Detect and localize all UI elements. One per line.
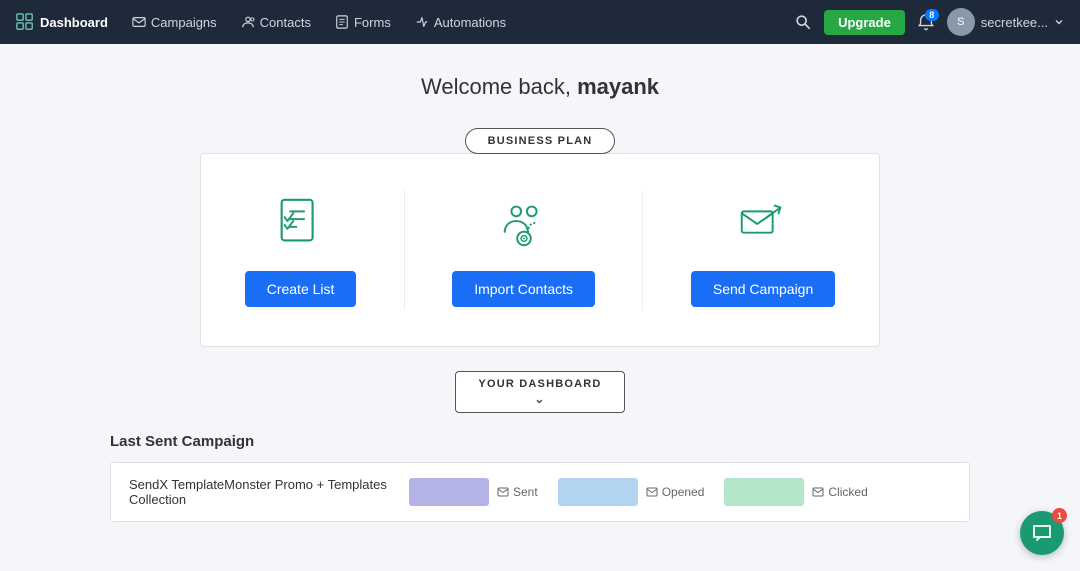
create-list-item: Create List	[245, 193, 357, 307]
send-campaign-button[interactable]: Send Campaign	[691, 271, 835, 307]
nav-contacts[interactable]: Contacts	[231, 0, 321, 44]
divider-1	[404, 190, 405, 310]
dashboard-chevron: ⌄	[534, 392, 545, 406]
import-contacts-icon	[494, 193, 554, 253]
import-contacts-item: Import Contacts	[452, 193, 595, 307]
nav-automations[interactable]: Automations	[405, 0, 516, 44]
welcome-message: Welcome back, mayank	[20, 74, 1060, 100]
clicked-mail-icon	[812, 486, 824, 498]
dashboard-section: YOUR DASHBOARD ⌄	[110, 371, 970, 413]
contacts-icon	[241, 15, 255, 29]
opened-bar	[558, 478, 638, 506]
nav-forms[interactable]: Forms	[325, 0, 401, 44]
sent-bar	[409, 478, 489, 506]
opened-label: Opened	[646, 485, 705, 499]
action-card-wrapper: BUSINESS PLAN Create List	[110, 128, 970, 347]
send-campaign-item: Send Campaign	[691, 193, 835, 307]
send-campaign-icon	[733, 193, 793, 253]
automations-icon	[415, 15, 429, 29]
clicked-stat: Clicked	[724, 478, 867, 506]
upgrade-button[interactable]: Upgrade	[824, 10, 905, 35]
notifications-button[interactable]: 8	[917, 13, 935, 31]
campaign-name: SendX TemplateMonster Promo + Templates …	[129, 477, 389, 507]
opened-mail-icon	[646, 486, 658, 498]
main-content: Welcome back, mayank BUSINESS PLAN	[0, 44, 1080, 522]
opened-stat: Opened	[558, 478, 705, 506]
clicked-label: Clicked	[812, 485, 867, 499]
chat-badge: 1	[1052, 508, 1067, 523]
avatar: S	[947, 8, 975, 36]
create-list-button[interactable]: Create List	[245, 271, 357, 307]
chat-bubble[interactable]: 1	[1020, 511, 1064, 555]
clicked-bar	[724, 478, 804, 506]
sent-mail-icon	[497, 486, 509, 498]
nav-right: Upgrade 8 S secretkee...	[794, 8, 1064, 36]
create-list-icon	[271, 193, 331, 253]
last-sent-card: SendX TemplateMonster Promo + Templates …	[110, 462, 970, 522]
notification-count: 8	[925, 9, 939, 21]
import-contacts-button[interactable]: Import Contacts	[452, 271, 595, 307]
last-sent-title: Last Sent Campaign	[110, 433, 970, 450]
search-button[interactable]	[794, 13, 812, 31]
nav-brand[interactable]: Dashboard	[16, 13, 108, 31]
dashboard-badge[interactable]: YOUR DASHBOARD ⌄	[455, 371, 624, 413]
search-icon	[794, 13, 812, 31]
mail-icon	[132, 15, 146, 29]
sent-stat: Sent	[409, 478, 538, 506]
forms-icon	[335, 15, 349, 29]
navbar: Dashboard Campaigns Contacts Forms Autom…	[0, 0, 1080, 44]
dashboard-icon	[16, 13, 34, 31]
brand-label: Dashboard	[40, 15, 108, 30]
last-sent-section: Last Sent Campaign SendX TemplateMonster…	[110, 433, 970, 522]
plan-badge: BUSINESS PLAN	[465, 128, 616, 154]
chevron-down-icon	[1054, 17, 1064, 27]
nav-campaigns[interactable]: Campaigns	[122, 0, 227, 44]
chat-icon	[1031, 522, 1053, 544]
divider-2	[642, 190, 643, 310]
action-card: Create List	[200, 153, 880, 347]
user-menu[interactable]: S secretkee...	[947, 8, 1064, 36]
sent-label: Sent	[497, 485, 538, 499]
